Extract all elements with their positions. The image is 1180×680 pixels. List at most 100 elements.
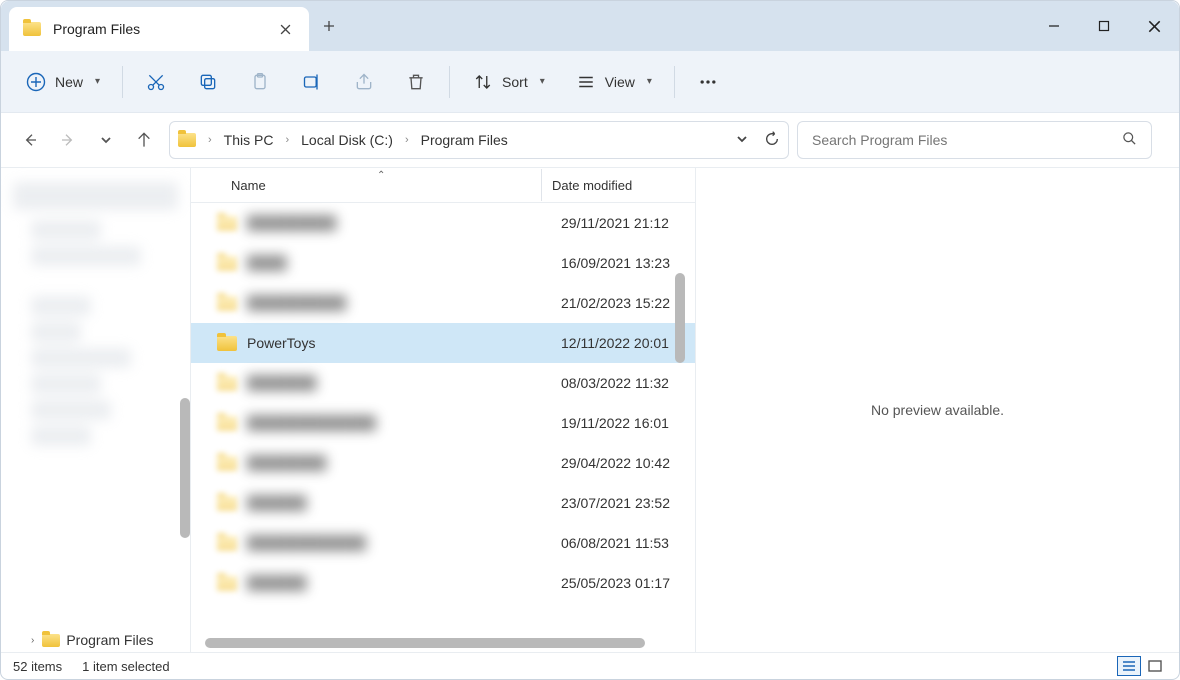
folder-icon (217, 416, 237, 431)
file-row[interactable]: ██████23/07/2021 23:52 (191, 483, 695, 523)
file-name: ██████████ (247, 295, 561, 311)
share-button[interactable] (347, 64, 381, 100)
chevron-down-icon: ▾ (647, 76, 652, 87)
arrow-up-icon (136, 132, 152, 148)
search-box[interactable] (797, 121, 1152, 159)
nav-bar: › This PC › Local Disk (C:) › Program Fi… (1, 113, 1179, 168)
folder-icon (42, 634, 60, 647)
file-name: PowerToys (247, 335, 561, 351)
new-tab-button[interactable] (309, 1, 349, 51)
chevron-right-icon: › (31, 635, 34, 646)
file-row[interactable]: █████████████19/11/2022 16:01 (191, 403, 695, 443)
plus-icon (323, 20, 335, 32)
column-header-name[interactable]: Name (231, 178, 541, 193)
explorer-window: Program Files New ▾ (0, 0, 1180, 680)
file-row[interactable]: ██████25/05/2023 01:17 (191, 563, 695, 603)
recent-dropdown[interactable] (89, 123, 123, 157)
chevron-right-icon: › (285, 134, 289, 146)
sort-button[interactable]: Sort ▾ (466, 64, 551, 100)
file-date: 06/08/2021 11:53 (561, 535, 669, 551)
tab-close-button[interactable] (271, 15, 299, 43)
share-icon (353, 71, 375, 93)
filelist-h-scroll-track[interactable] (205, 636, 675, 650)
minimize-button[interactable] (1029, 1, 1079, 51)
tab-program-files[interactable]: Program Files (9, 7, 309, 51)
rename-button[interactable] (295, 64, 329, 100)
copy-button[interactable] (191, 64, 225, 100)
status-bar: 52 items 1 item selected (1, 652, 1179, 679)
folder-icon (217, 456, 237, 471)
sidebar-item-program-files[interactable]: › Program Files (31, 632, 153, 648)
rename-icon (301, 71, 323, 93)
maximize-icon (1098, 20, 1110, 32)
cut-button[interactable] (139, 64, 173, 100)
file-row[interactable]: ████████████06/08/2021 11:53 (191, 523, 695, 563)
file-name: ████ (247, 255, 561, 271)
file-row[interactable]: ████████29/04/2022 10:42 (191, 443, 695, 483)
delete-button[interactable] (399, 64, 433, 100)
file-name: █████████ (247, 215, 561, 231)
chevron-right-icon: › (208, 134, 212, 146)
address-bar[interactable]: › This PC › Local Disk (C:) › Program Fi… (169, 121, 789, 159)
arrow-right-icon (60, 132, 76, 148)
close-window-button[interactable] (1129, 1, 1179, 51)
view-button[interactable]: View ▾ (569, 64, 658, 100)
status-item-count: 52 items (13, 659, 62, 674)
file-row[interactable]: PowerToys12/11/2022 20:01 (191, 323, 695, 363)
address-history-dropdown[interactable] (736, 132, 748, 148)
chevron-down-icon (736, 133, 748, 145)
preview-pane: No preview available. (696, 168, 1179, 652)
view-toggle (1117, 656, 1167, 676)
back-button[interactable] (13, 123, 47, 157)
title-bar: Program Files (1, 1, 1179, 51)
folder-icon (217, 216, 237, 231)
copy-icon (197, 71, 219, 93)
file-row[interactable]: █████████29/11/2021 21:12 (191, 203, 695, 243)
file-date: 21/02/2023 15:22 (561, 295, 670, 311)
breadcrumb-this-pc[interactable]: This PC (220, 130, 278, 150)
nav-sidebar[interactable]: › Program Files (1, 168, 191, 652)
close-icon (280, 24, 291, 35)
file-name: █████████████ (247, 415, 561, 431)
view-label: View (605, 74, 635, 90)
refresh-button[interactable] (764, 131, 780, 150)
view-large-icons-button[interactable] (1143, 656, 1167, 676)
toolbar-separator (122, 66, 123, 98)
chevron-down-icon: ▾ (540, 76, 545, 87)
file-rows: █████████29/11/2021 21:12████16/09/2021 … (191, 203, 695, 636)
paste-button[interactable] (243, 64, 277, 100)
view-details-button[interactable] (1117, 656, 1141, 676)
file-date: 29/04/2022 10:42 (561, 455, 670, 471)
forward-button[interactable] (51, 123, 85, 157)
preview-message: No preview available. (871, 402, 1004, 418)
up-button[interactable] (127, 123, 161, 157)
file-name: ██████ (247, 495, 561, 511)
toolbar-separator (449, 66, 450, 98)
sidebar-scrollbar[interactable] (180, 398, 190, 538)
tab-title: Program Files (53, 21, 271, 37)
body: › Program Files ⌃ Name Date modified ███… (1, 168, 1179, 652)
filelist-h-scroll-thumb[interactable] (205, 638, 645, 648)
filelist-scrollbar[interactable] (675, 273, 685, 363)
breadcrumb-program-files[interactable]: Program Files (417, 130, 512, 150)
column-header-date[interactable]: Date modified (542, 178, 632, 193)
file-row[interactable]: ████16/09/2021 13:23 (191, 243, 695, 283)
file-row[interactable]: ██████████21/02/2023 15:22 (191, 283, 695, 323)
file-name: ████████████ (247, 535, 561, 551)
folder-icon (217, 496, 237, 511)
new-button[interactable]: New ▾ (19, 64, 106, 100)
maximize-button[interactable] (1079, 1, 1129, 51)
chevron-down-icon: ▾ (95, 76, 100, 87)
search-input[interactable] (812, 132, 1122, 148)
file-date: 25/05/2023 01:17 (561, 575, 670, 591)
window-controls (1029, 1, 1179, 51)
search-icon (1122, 131, 1137, 149)
folder-icon (178, 133, 196, 147)
file-date: 23/07/2021 23:52 (561, 495, 670, 511)
arrow-left-icon (22, 132, 38, 148)
file-row[interactable]: ███████08/03/2022 11:32 (191, 363, 695, 403)
more-button[interactable] (691, 64, 725, 100)
folder-icon (217, 256, 237, 271)
breadcrumb-local-disk[interactable]: Local Disk (C:) (297, 130, 397, 150)
folder-icon (217, 296, 237, 311)
